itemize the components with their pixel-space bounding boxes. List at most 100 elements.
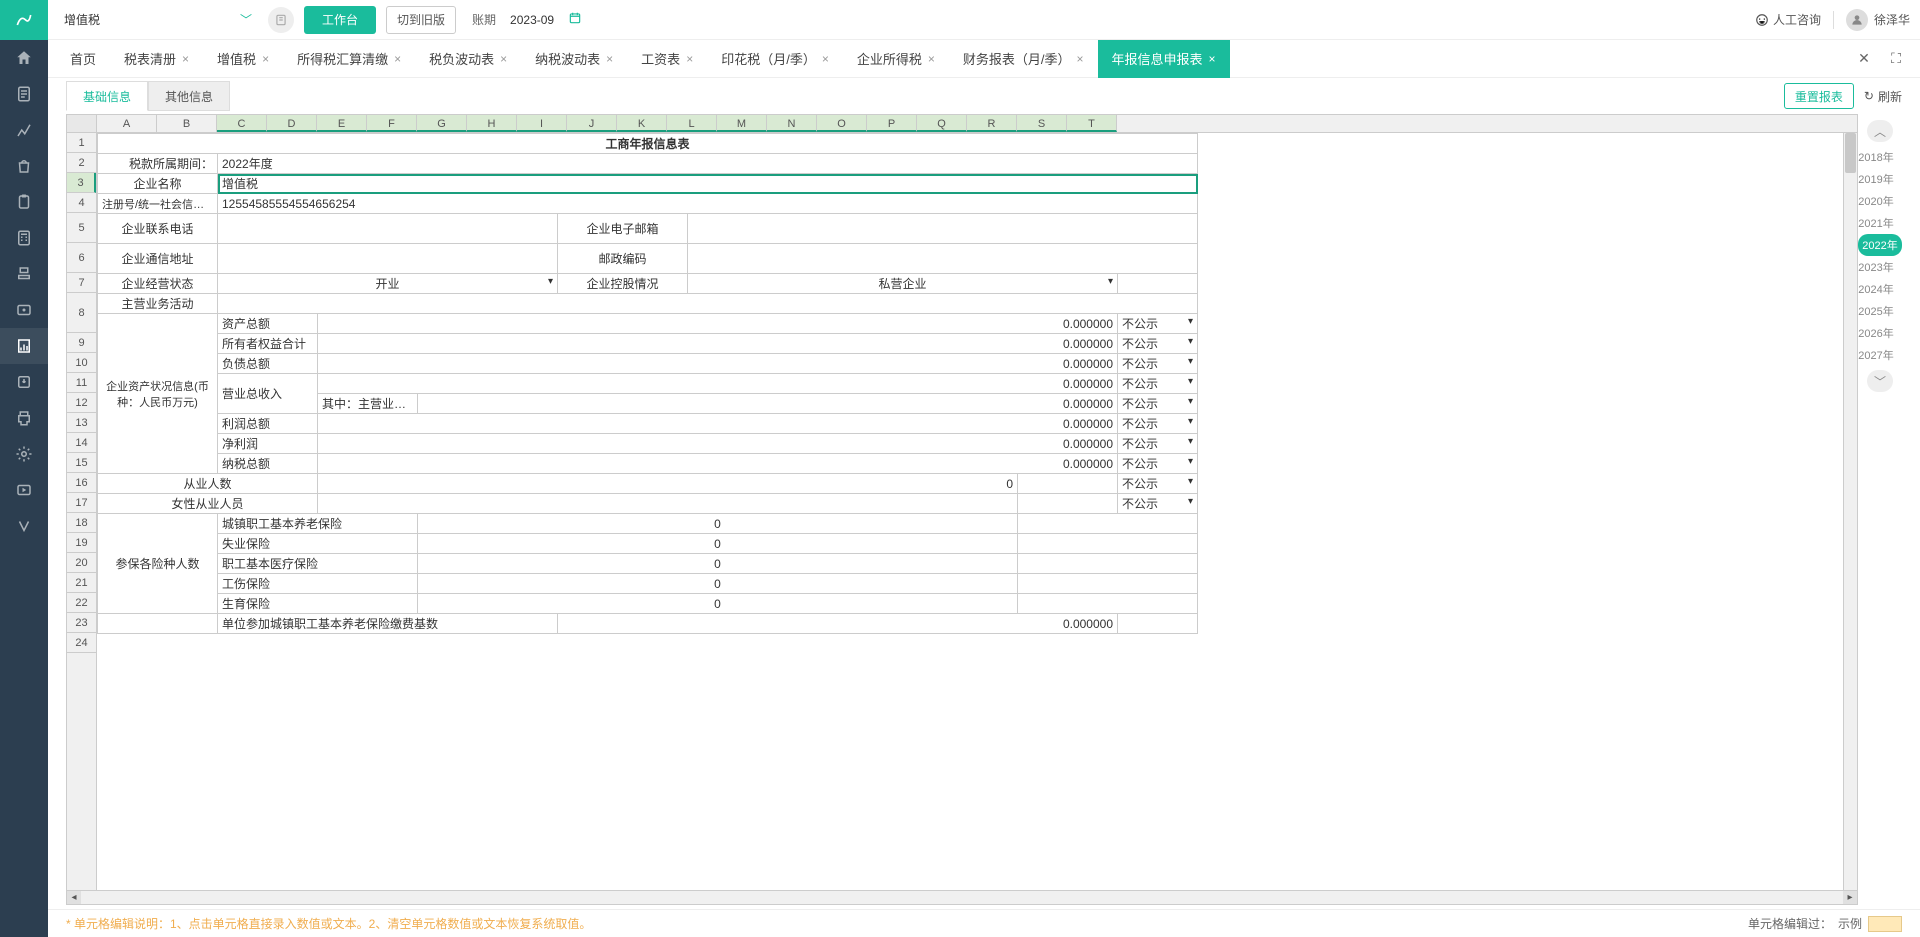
column-header[interactable]: B — [157, 115, 217, 132]
year-item[interactable]: 2023年 — [1858, 256, 1901, 278]
tab-item[interactable]: 财务报表（月/季）× — [949, 40, 1098, 78]
cell[interactable] — [1118, 274, 1198, 294]
cell[interactable] — [98, 614, 218, 634]
cell[interactable]: 其中：主营业务收入 — [318, 394, 418, 414]
close-icon[interactable]: × — [500, 52, 507, 66]
dropdown-cell[interactable]: 不公示 — [1118, 374, 1198, 394]
cell[interactable]: 0.000000 — [318, 374, 1118, 394]
nav-settings-icon[interactable] — [0, 436, 48, 472]
nav-export-icon[interactable] — [0, 364, 48, 400]
row-header[interactable]: 8 — [67, 293, 96, 333]
row-header[interactable]: 3 — [67, 173, 96, 193]
row-header[interactable]: 14 — [67, 433, 96, 453]
dropdown-cell[interactable]: 不公示 — [1118, 334, 1198, 354]
row-header[interactable]: 4 — [67, 193, 96, 213]
sheet-grid[interactable]: 工商年报信息表 税款所属期间：2022年度 企业名称增值税 注册号/统一社会信用… — [97, 133, 1198, 634]
cell[interactable]: 资产总额 — [218, 314, 318, 334]
cell[interactable]: 0 — [418, 514, 1018, 534]
cell[interactable]: 主营业务活动 — [98, 294, 218, 314]
cell[interactable] — [1018, 574, 1198, 594]
nav-doc-icon[interactable] — [0, 76, 48, 112]
close-icon[interactable]: × — [1209, 52, 1216, 66]
cell[interactable]: 0.000000 — [318, 334, 1118, 354]
row-header[interactable]: 24 — [67, 633, 96, 653]
column-header[interactable]: Q — [917, 115, 967, 132]
cell[interactable]: 企业联系电话 — [98, 214, 218, 244]
cell[interactable] — [1018, 554, 1198, 574]
column-header[interactable]: G — [417, 115, 467, 132]
company-selector[interactable]: 增值税 ﹀ — [58, 6, 258, 34]
year-item[interactable]: 2022年 — [1858, 234, 1901, 256]
close-icon[interactable]: × — [822, 52, 829, 66]
year-item[interactable]: 2026年 — [1858, 322, 1901, 344]
scroll-right-icon[interactable]: ▸ — [1843, 891, 1857, 905]
column-header[interactable]: C — [217, 115, 267, 132]
column-header[interactable]: M — [717, 115, 767, 132]
user-menu[interactable]: 徐泽华 — [1846, 9, 1910, 31]
cell[interactable] — [218, 214, 558, 244]
subtab-basic[interactable]: 基础信息 — [66, 81, 148, 111]
column-header[interactable]: J — [567, 115, 617, 132]
row-header[interactable]: 12 — [67, 393, 96, 413]
dropdown-cell[interactable]: 不公示 — [1118, 314, 1198, 334]
row-header[interactable]: 23 — [67, 613, 96, 633]
cell[interactable]: 企业经营状态 — [98, 274, 218, 294]
cell[interactable] — [318, 494, 1018, 514]
column-header[interactable]: T — [1067, 115, 1117, 132]
row-header[interactable]: 5 — [67, 213, 96, 243]
cell[interactable]: 注册号/统一社会信用代码 — [98, 194, 218, 214]
cell[interactable]: 企业通信地址 — [98, 244, 218, 274]
close-icon[interactable]: × — [686, 52, 693, 66]
column-header[interactable]: K — [617, 115, 667, 132]
cell[interactable]: 城镇职工基本养老保险 — [218, 514, 418, 534]
cell[interactable]: 职工基本医疗保险 — [218, 554, 418, 574]
cell[interactable]: 失业保险 — [218, 534, 418, 554]
year-scroll-down-button[interactable]: ﹀ — [1867, 370, 1893, 392]
cell[interactable]: 企业资产状况信息(币种：人民币万元) — [98, 314, 218, 474]
dropdown-cell[interactable]: 开业 — [218, 274, 558, 294]
cell[interactable]: 纳税总额 — [218, 454, 318, 474]
year-item[interactable]: 2024年 — [1858, 278, 1901, 300]
row-header[interactable]: 1 — [67, 133, 96, 153]
row-header[interactable]: 18 — [67, 513, 96, 533]
column-header[interactable]: D — [267, 115, 317, 132]
cell[interactable]: 邮政编码 — [558, 244, 688, 274]
scroll-left-icon[interactable]: ◂ — [67, 891, 81, 905]
cell[interactable]: 企业控股情况 — [558, 274, 688, 294]
cell[interactable]: 单位参加城镇职工基本养老保险缴费基数 — [218, 614, 558, 634]
cell[interactable] — [218, 294, 1198, 314]
column-header[interactable]: R — [967, 115, 1017, 132]
row-header[interactable]: 6 — [67, 243, 96, 273]
year-item[interactable]: 2019年 — [1858, 168, 1901, 190]
nav-video-icon[interactable] — [0, 472, 48, 508]
close-icon[interactable]: × — [182, 52, 189, 66]
close-icon[interactable]: × — [262, 52, 269, 66]
close-icon[interactable]: × — [606, 52, 613, 66]
cell[interactable] — [218, 244, 558, 274]
year-item[interactable]: 2020年 — [1858, 190, 1901, 212]
column-header[interactable]: P — [867, 115, 917, 132]
row-header[interactable]: 16 — [67, 473, 96, 493]
close-icon[interactable]: × — [928, 52, 935, 66]
year-item[interactable]: 2027年 — [1858, 344, 1901, 366]
year-scroll-up-button[interactable]: ︿ — [1867, 120, 1893, 142]
column-header[interactable]: F — [367, 115, 417, 132]
cell[interactable]: 工伤保险 — [218, 574, 418, 594]
cell[interactable]: 0.000000 — [318, 434, 1118, 454]
cell[interactable]: 女性从业人员 — [98, 494, 318, 514]
row-header[interactable]: 11 — [67, 373, 96, 393]
row-header[interactable]: 15 — [67, 453, 96, 473]
refresh-button[interactable]: ↻ 刷新 — [1864, 88, 1902, 105]
cell[interactable]: 0.000000 — [318, 454, 1118, 474]
close-icon[interactable]: × — [394, 52, 401, 66]
calendar-icon[interactable] — [568, 11, 582, 28]
cell[interactable]: 0.000000 — [318, 314, 1118, 334]
cell[interactable]: 2022年度 — [218, 154, 1198, 174]
year-item[interactable]: 2025年 — [1858, 300, 1901, 322]
year-item[interactable]: 2021年 — [1858, 212, 1901, 234]
year-item[interactable]: 2018年 — [1858, 146, 1901, 168]
row-header[interactable]: 13 — [67, 413, 96, 433]
fullscreen-button[interactable]: ⛶ — [1884, 47, 1908, 71]
row-header[interactable]: 21 — [67, 573, 96, 593]
vertical-scrollbar[interactable] — [1843, 133, 1857, 890]
